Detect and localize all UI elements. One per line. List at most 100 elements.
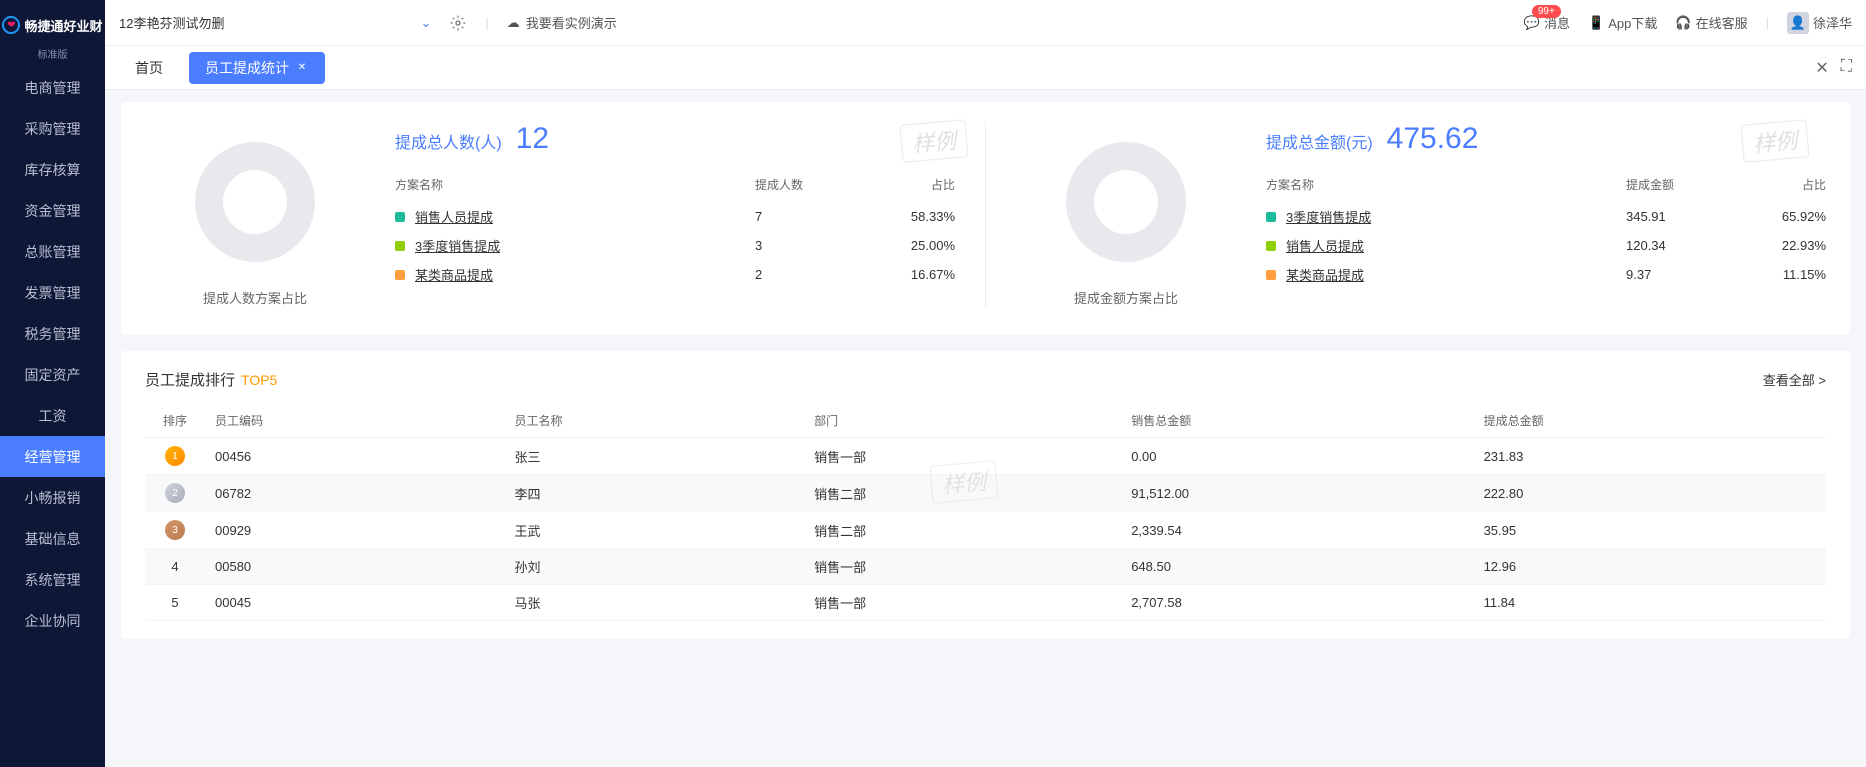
gear-icon[interactable]	[449, 14, 467, 32]
col-pct: 占比	[875, 176, 955, 193]
amount-title: 提成总金额(元)	[1266, 129, 1373, 153]
sales-cell: 91,512.00	[1121, 475, 1473, 512]
sidebar: ❤ 畅捷通好业财 标准版 电商管理采购管理库存核算资金管理总账管理发票管理税务管…	[0, 0, 105, 767]
table-header: 员工名称	[505, 404, 805, 438]
stat-pct: 58.33%	[875, 209, 955, 224]
edition-label: 标准版	[0, 46, 105, 61]
rank-cell: 3	[145, 512, 205, 549]
stat-row: 销售人员提成758.33%	[395, 207, 955, 226]
dept-cell: 销售二部	[804, 512, 1121, 549]
scheme-link[interactable]: 某类商品提成	[1286, 265, 1364, 284]
dept-cell: 销售一部	[804, 549, 1121, 585]
code-cell: 00580	[205, 549, 505, 585]
stat-pct: 22.93%	[1746, 238, 1826, 253]
close-all-icon[interactable]: ✕	[1815, 58, 1828, 78]
ranking-panel: 员工提成排行 TOP5 查看全部 > 排序员工编码员工名称部门销售总金额提成总金…	[121, 351, 1850, 639]
app-download-button[interactable]: 📱 App下载	[1588, 13, 1657, 32]
headset-icon: 🎧	[1675, 15, 1691, 31]
people-donut-label: 提成人数方案占比	[203, 288, 307, 307]
tab-home[interactable]: 首页	[119, 52, 179, 84]
view-all-link[interactable]: 查看全部 >	[1763, 370, 1826, 389]
company-select[interactable]: 12李艳芬测试勿删 ⌄	[119, 13, 431, 32]
medal-icon: 3	[165, 520, 185, 540]
nav-item[interactable]: 经营管理	[0, 436, 105, 477]
scheme-link[interactable]: 销售人员提成	[415, 207, 493, 226]
scheme-link[interactable]: 3季度销售提成	[415, 236, 500, 255]
nav-item[interactable]: 税务管理	[0, 313, 105, 354]
nav-item[interactable]: 固定资产	[0, 354, 105, 395]
watermark: 样例	[929, 460, 998, 504]
table-row: 500045马张销售一部2,707.5811.84	[145, 585, 1826, 621]
stat-count: 2	[755, 267, 875, 282]
rank-cell: 1	[145, 438, 205, 475]
logo: ❤ 畅捷通好业财	[0, 0, 105, 46]
stat-row: 销售人员提成120.3422.93%	[1266, 236, 1826, 255]
people-value: 12	[516, 122, 549, 156]
medal-icon: 2	[165, 483, 185, 503]
nav-item[interactable]: 工资	[0, 395, 105, 436]
table-header: 销售总金额	[1121, 404, 1473, 438]
bonus-cell: 11.84	[1474, 585, 1826, 621]
stat-row: 3季度销售提成345.9165.92%	[1266, 207, 1826, 226]
messages-button[interactable]: 99+ 💬 消息	[1524, 13, 1570, 32]
name-cell: 马张	[505, 585, 805, 621]
topbar: 12李艳芬测试勿删 ⌄ | ☁ 我要看实例演示 99+ 💬 消息 📱 App下载	[105, 0, 1866, 46]
bonus-cell: 231.83	[1474, 438, 1826, 475]
legend-dot	[395, 241, 405, 251]
nav-item[interactable]: 系统管理	[0, 559, 105, 600]
tab-commission-stats[interactable]: 员工提成统计 ✕	[189, 52, 325, 84]
scheme-link[interactable]: 3季度销售提成	[1286, 207, 1371, 226]
nav-item[interactable]: 基础信息	[0, 518, 105, 559]
nav-item[interactable]: 小畅报销	[0, 477, 105, 518]
logo-icon: ❤	[2, 16, 20, 34]
nav-item[interactable]: 总账管理	[0, 231, 105, 272]
col-pct: 占比	[1746, 176, 1826, 193]
name-cell: 孙刘	[505, 549, 805, 585]
watermark: 样例	[899, 119, 968, 163]
people-title: 提成总人数(人)	[395, 129, 502, 153]
legend-dot	[395, 212, 405, 222]
tabbar: 首页 员工提成统计 ✕ ✕ ⛶	[105, 46, 1866, 90]
app-download-label: App下载	[1608, 13, 1657, 32]
support-button[interactable]: 🎧 在线客服	[1675, 13, 1747, 32]
people-donut-chart	[195, 142, 315, 262]
amount-value: 475.62	[1387, 122, 1479, 156]
amount-panel: 提成金额方案占比 提成总金额(元) 475.62 方案名称 提成金额 占比 3季…	[1016, 122, 1826, 307]
sales-cell: 2,707.58	[1121, 585, 1473, 621]
demo-link[interactable]: ☁ 我要看实例演示	[507, 13, 617, 32]
nav-item[interactable]: 采购管理	[0, 108, 105, 149]
stat-count: 345.91	[1626, 209, 1746, 224]
nav-item[interactable]: 库存核算	[0, 149, 105, 190]
bonus-cell: 35.95	[1474, 512, 1826, 549]
legend-dot	[1266, 241, 1276, 251]
name-cell: 王武	[505, 512, 805, 549]
logo-text: 畅捷通好业财	[24, 16, 102, 35]
close-icon[interactable]: ✕	[295, 61, 309, 75]
user-menu[interactable]: 👤 徐泽华	[1787, 12, 1852, 34]
nav-item[interactable]: 企业协同	[0, 600, 105, 641]
avatar: 👤	[1787, 12, 1809, 34]
fullscreen-icon[interactable]: ⛶	[1841, 58, 1852, 78]
nav-item[interactable]: 发票管理	[0, 272, 105, 313]
nav-item[interactable]: 资金管理	[0, 190, 105, 231]
scheme-link[interactable]: 销售人员提成	[1286, 236, 1364, 255]
table-header: 提成总金额	[1474, 404, 1826, 438]
demo-label: 我要看实例演示	[526, 13, 617, 32]
rank-cell: 2	[145, 475, 205, 512]
name-cell: 张三	[505, 438, 805, 475]
dept-cell: 销售一部	[804, 585, 1121, 621]
scheme-link[interactable]: 某类商品提成	[415, 265, 493, 284]
code-cell: 06782	[205, 475, 505, 512]
stat-count: 9.37	[1626, 267, 1746, 282]
stat-row: 3季度销售提成325.00%	[395, 236, 955, 255]
stat-pct: 16.67%	[875, 267, 955, 282]
code-cell: 00456	[205, 438, 505, 475]
support-label: 在线客服	[1696, 13, 1748, 32]
cloud-icon: ☁	[507, 15, 520, 31]
sales-cell: 2,339.54	[1121, 512, 1473, 549]
table-header: 员工编码	[205, 404, 505, 438]
user-name: 徐泽华	[1813, 13, 1852, 32]
amount-donut-chart	[1066, 142, 1186, 262]
bonus-cell: 12.96	[1474, 549, 1826, 585]
nav-item[interactable]: 电商管理	[0, 67, 105, 108]
